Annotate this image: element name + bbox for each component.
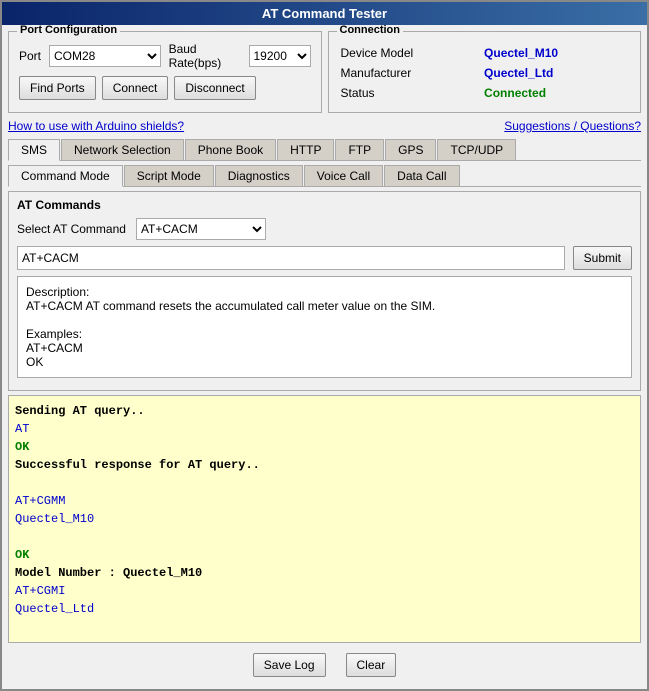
output-line-3: OK [15, 438, 634, 456]
tab-tcp-udp[interactable]: TCP/UDP [437, 139, 516, 160]
manufacturer-value: Quectel_Ltd [484, 64, 628, 82]
baud-label: Baud Rate(bps) [169, 42, 241, 70]
baud-select[interactable]: 19200 9600 115200 [249, 45, 311, 67]
connection-label: Connection [337, 25, 404, 36]
links-row: How to use with Arduino shields? Suggest… [8, 117, 641, 135]
output-line-2: AT [15, 420, 634, 438]
clear-button[interactable]: Clear [346, 653, 397, 677]
save-log-button[interactable]: Save Log [253, 653, 326, 677]
at-command-input[interactable] [17, 246, 565, 270]
at-command-select[interactable]: AT+CACM AT+CAOC AT+CCFC AT+CCWA [136, 218, 266, 240]
status-value: Connected [484, 84, 628, 102]
output-box[interactable]: Sending AT query.. AT OK Successful resp… [8, 395, 641, 643]
tab-command-mode[interactable]: Command Mode [8, 165, 123, 187]
tab-http[interactable]: HTTP [277, 139, 334, 160]
tab-diagnostics[interactable]: Diagnostics [215, 165, 303, 186]
output-line-1: Sending AT query.. [15, 402, 634, 420]
output-line-6: AT+CGMM [15, 492, 634, 510]
arduino-link[interactable]: How to use with Arduino shields? [8, 119, 184, 133]
manufacturer-label: Manufacturer [341, 64, 483, 82]
tabs-row-1: SMS Network Selection Phone Book HTTP FT… [8, 139, 641, 161]
at-commands-box: AT Commands Select AT Command AT+CACM AT… [8, 191, 641, 391]
output-line-5 [15, 474, 634, 492]
suggestions-link[interactable]: Suggestions / Questions? [504, 119, 641, 133]
at-commands-title: AT Commands [17, 198, 632, 212]
tab-gps[interactable]: GPS [385, 139, 436, 160]
output-line-10: Model Number : Quectel_M10 [15, 564, 634, 582]
port-config-label: Port Configuration [17, 25, 120, 36]
title-bar: AT Command Tester [2, 2, 647, 25]
port-select[interactable]: COM28 COM1 COM2 [49, 45, 161, 67]
tab-ftp[interactable]: FTP [335, 139, 384, 160]
port-label: Port [19, 49, 41, 63]
cmd-input-row: Submit [17, 246, 632, 270]
port-buttons-row: Find Ports Connect Disconnect [19, 76, 311, 100]
main-window: AT Command Tester Port Configuration Por… [0, 0, 649, 691]
port-config-section: Port Configuration Port COM28 COM1 COM2 … [8, 31, 322, 113]
output-line-11: AT+CGMI [15, 582, 634, 600]
tab-data-call[interactable]: Data Call [384, 165, 459, 186]
window-title: AT Command Tester [262, 6, 387, 21]
find-ports-button[interactable]: Find Ports [19, 76, 96, 100]
device-model-value: Quectel_M10 [484, 44, 628, 62]
connection-section: Connection Device Model Quectel_M10 Manu… [328, 31, 642, 113]
tab-voice-call[interactable]: Voice Call [304, 165, 383, 186]
disconnect-button[interactable]: Disconnect [174, 76, 255, 100]
select-row: Select AT Command AT+CACM AT+CAOC AT+CCF… [17, 218, 632, 240]
tab-script-mode[interactable]: Script Mode [124, 165, 214, 186]
output-line-4: Successful response for AT query.. [15, 456, 634, 474]
tab-network-selection[interactable]: Network Selection [61, 139, 184, 160]
submit-button[interactable]: Submit [573, 246, 632, 270]
description-box: Description:AT+CACM AT command resets th… [17, 276, 632, 378]
tab-sms[interactable]: SMS [8, 139, 60, 161]
output-line-9: OK [15, 546, 634, 564]
main-content: Port Configuration Port COM28 COM1 COM2 … [2, 25, 647, 689]
tabs-row-2: Command Mode Script Mode Diagnostics Voi… [8, 165, 641, 187]
output-line-8 [15, 528, 634, 546]
port-row: Port COM28 COM1 COM2 Baud Rate(bps) 1920… [19, 42, 311, 70]
tab-phone-book[interactable]: Phone Book [185, 139, 276, 160]
connect-button[interactable]: Connect [102, 76, 169, 100]
status-label: Status [341, 84, 483, 102]
description-text: Description:AT+CACM AT command resets th… [26, 285, 435, 369]
bottom-buttons: Save Log Clear [8, 647, 641, 683]
output-line-12: Quectel_Ltd [15, 600, 634, 618]
device-model-label: Device Model [341, 44, 483, 62]
connection-table: Device Model Quectel_M10 Manufacturer Qu… [339, 42, 631, 104]
output-line-7: Quectel_M10 [15, 510, 634, 528]
select-at-cmd-label: Select AT Command [17, 222, 126, 236]
top-row: Port Configuration Port COM28 COM1 COM2 … [8, 31, 641, 113]
